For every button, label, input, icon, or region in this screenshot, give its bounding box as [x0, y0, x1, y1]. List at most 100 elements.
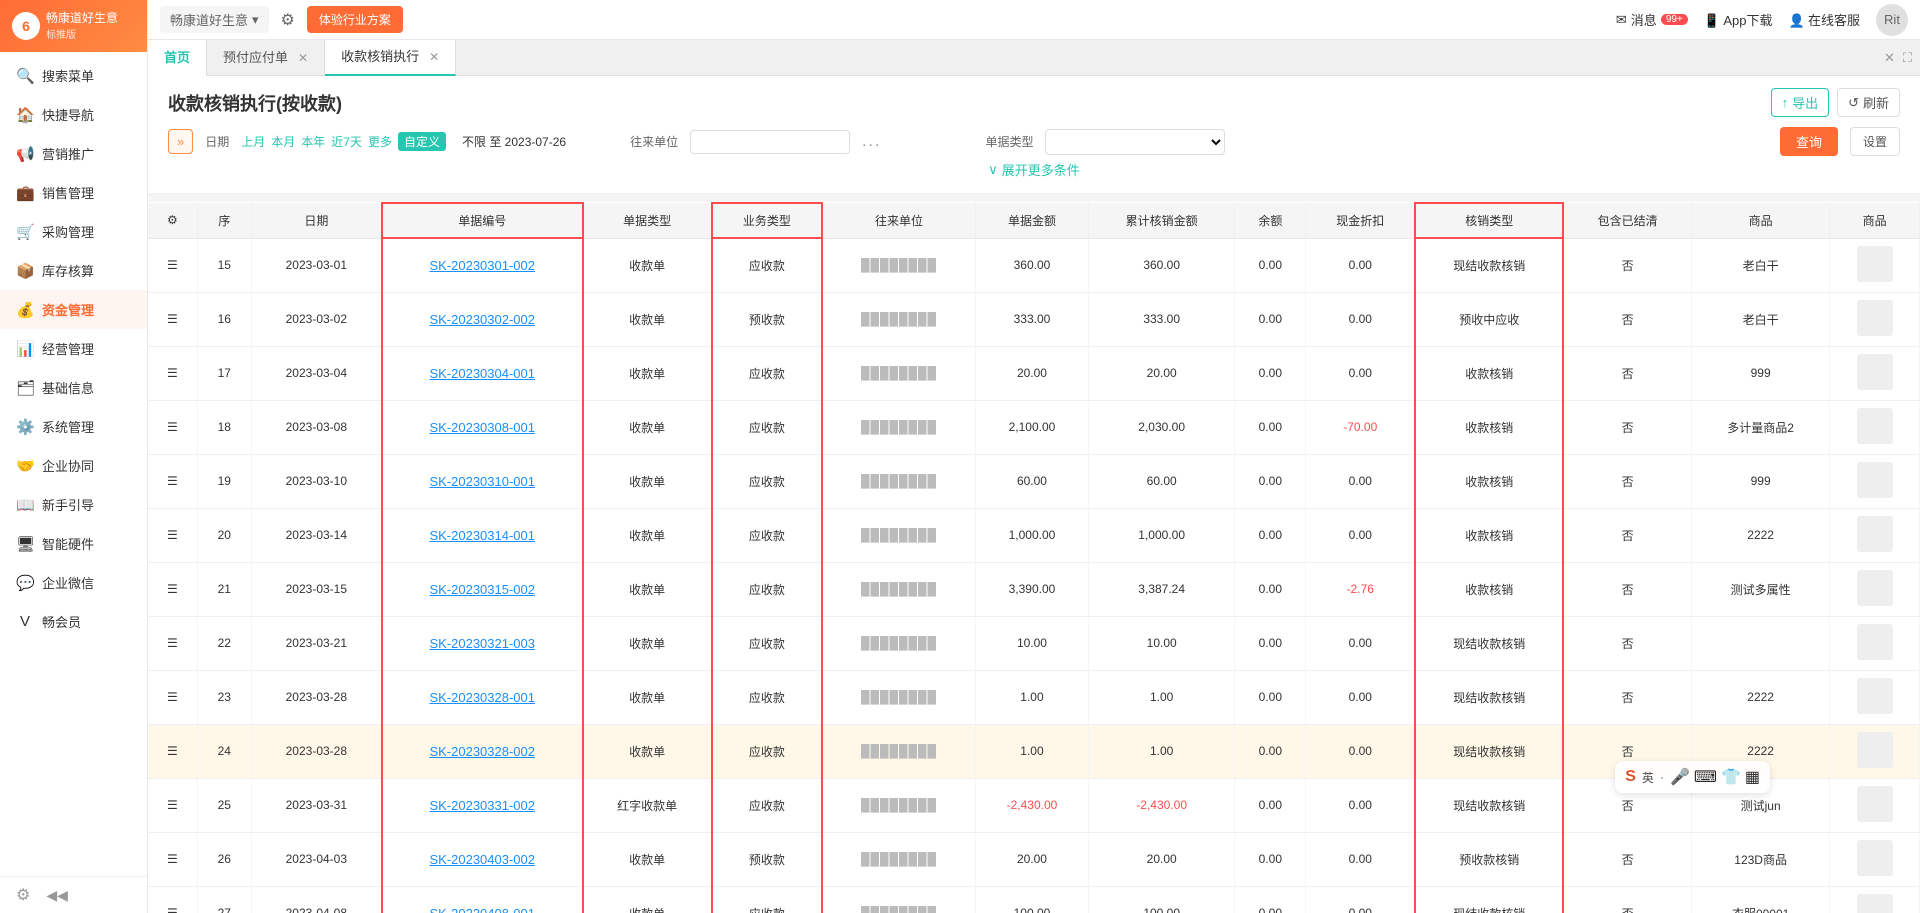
setting-button[interactable]: 设置	[1850, 127, 1900, 156]
table-row[interactable]: ☰ 22 2023-03-21 SK-20230321-003 收款单 应收款 …	[148, 616, 1920, 670]
window-close-icon[interactable]: ✕	[1884, 50, 1895, 66]
td-settings[interactable]: ☰	[148, 292, 197, 346]
table-row[interactable]: ☰ 17 2023-03-04 SK-20230304-001 收款单 应收款 …	[148, 346, 1920, 400]
td-bill-no[interactable]: SK-20230314-001	[382, 508, 583, 562]
date-option-custom[interactable]: 自定义	[398, 132, 446, 151]
table-row[interactable]: ☰ 27 2023-04-08 SK-20230408-001 收款单 应收款 …	[148, 886, 1920, 913]
td-settings[interactable]: ☰	[148, 886, 197, 913]
th-balance[interactable]: 余额	[1235, 203, 1306, 238]
window-expand-icon[interactable]: ⛶	[1903, 50, 1912, 66]
sidebar-item-member[interactable]: V畅会员	[0, 602, 147, 641]
table-row[interactable]: ☰ 15 2023-03-01 SK-20230301-002 收款单 应收款 …	[148, 238, 1920, 292]
tab-collection-close-icon[interactable]: ✕	[429, 39, 439, 75]
sidebar-item-corp[interactable]: 🤝企业协同	[0, 446, 147, 485]
sidebar-item-guide[interactable]: 📖新手引导	[0, 485, 147, 524]
td-bill-no[interactable]: SK-20230408-001	[382, 886, 583, 913]
query-button[interactable]: 查询	[1780, 127, 1838, 156]
sidebar-item-hardware[interactable]: 🖥智能硬件	[0, 524, 147, 563]
th-bill-no[interactable]: 单据编号	[382, 203, 583, 238]
expand-more-conditions[interactable]: ∨ 展开更多条件	[168, 156, 1900, 183]
th-include[interactable]: 包含已结清	[1563, 203, 1691, 238]
th-bill-type[interactable]: 单据类型	[583, 203, 712, 238]
table-row[interactable]: ☰ 23 2023-03-28 SK-20230328-001 收款单 应收款 …	[148, 670, 1920, 724]
export-button[interactable]: ↑ 导出	[1771, 88, 1830, 117]
industry-solution-button[interactable]: 体验行业方案	[307, 6, 403, 33]
settings-gear-icon[interactable]: ⚙	[281, 10, 295, 30]
message-button[interactable]: ✉ 消息 99+	[1616, 10, 1688, 29]
sidebar-item-purchase[interactable]: 🛒采购管理	[0, 212, 147, 251]
sidebar-item-label-inventory: 库存核算	[42, 261, 94, 280]
sidebar-item-base[interactable]: 🗂基础信息	[0, 368, 147, 407]
sidebar-item-sales[interactable]: 💼销售管理	[0, 173, 147, 212]
date-option-thisyear[interactable]: 本年	[301, 133, 325, 150]
tab-collection[interactable]: 收款核销执行 ✕	[325, 40, 456, 76]
settings-icon[interactable]: ⚙	[16, 885, 30, 905]
td-bill-no[interactable]: SK-20230403-002	[382, 832, 583, 886]
th-partner[interactable]: 往来单位	[822, 203, 976, 238]
td-bill-no[interactable]: SK-20230315-002	[382, 562, 583, 616]
td-settings[interactable]: ☰	[148, 562, 197, 616]
td-settings[interactable]: ☰	[148, 670, 197, 724]
sidebar-item-finance[interactable]: 💰资金管理	[0, 290, 147, 329]
td-bill-no[interactable]: SK-20230301-002	[382, 238, 583, 292]
table-row[interactable]: ☰ 25 2023-03-31 SK-20230331-002 红字收款单 应收…	[148, 778, 1920, 832]
td-bill-no[interactable]: SK-20230331-002	[382, 778, 583, 832]
td-bill-no[interactable]: SK-20230308-001	[382, 400, 583, 454]
td-bill-no[interactable]: SK-20230328-002	[382, 724, 583, 778]
table-row[interactable]: ☰ 16 2023-03-02 SK-20230302-002 收款单 预收款 …	[148, 292, 1920, 346]
td-settings[interactable]: ☰	[148, 454, 197, 508]
date-option-thismonth[interactable]: 本月	[271, 133, 295, 150]
tab-prepay[interactable]: 预付应付单 ✕	[207, 40, 325, 76]
td-settings[interactable]: ☰	[148, 616, 197, 670]
th-settings[interactable]: ⚙	[148, 203, 197, 238]
th-date[interactable]: 日期	[251, 203, 382, 238]
app-download-button[interactable]: 📱 App下载	[1704, 10, 1773, 29]
th-goods[interactable]: 商品	[1692, 203, 1830, 238]
sidebar-item-wechat[interactable]: 💬企业微信	[0, 563, 147, 602]
date-option-lastmonth[interactable]: 上月	[241, 133, 265, 150]
sidebar-item-system[interactable]: ⚙️系统管理	[0, 407, 147, 446]
td-bill-no[interactable]: SK-20230302-002	[382, 292, 583, 346]
sidebar-item-quicknav[interactable]: 🏠快捷导航	[0, 95, 147, 134]
th-amount[interactable]: 单据金额	[976, 203, 1089, 238]
tab-prepay-close-icon[interactable]: ✕	[298, 40, 308, 76]
td-bill-no[interactable]: SK-20230310-001	[382, 454, 583, 508]
date-option-7days[interactable]: 近7天	[331, 133, 362, 150]
table-row[interactable]: ☰ 20 2023-03-14 SK-20230314-001 收款单 应收款 …	[148, 508, 1920, 562]
td-bill-no[interactable]: SK-20230328-001	[382, 670, 583, 724]
partner-filter-input[interactable]	[690, 130, 850, 154]
table-row[interactable]: ☰ 19 2023-03-10 SK-20230310-001 收款单 应收款 …	[148, 454, 1920, 508]
th-cancel-type[interactable]: 核销类型	[1415, 203, 1563, 238]
tab-home[interactable]: 首页	[148, 40, 207, 76]
td-settings[interactable]: ☰	[148, 778, 197, 832]
table-row[interactable]: ☰ 26 2023-04-03 SK-20230403-002 收款单 预收款 …	[148, 832, 1920, 886]
td-settings[interactable]: ☰	[148, 400, 197, 454]
table-row[interactable]: ☰ 18 2023-03-08 SK-20230308-001 收款单 应收款 …	[148, 400, 1920, 454]
sidebar-item-search[interactable]: 🔍搜索菜单	[0, 56, 147, 95]
td-settings[interactable]: ☰	[148, 832, 197, 886]
table-row[interactable]: ☰ 21 2023-03-15 SK-20230315-002 收款单 应收款 …	[148, 562, 1920, 616]
td-settings[interactable]: ☰	[148, 724, 197, 778]
filter-expand-button[interactable]: »	[168, 129, 193, 154]
table-row[interactable]: ☰ 24 2023-03-28 SK-20230328-002 收款单 应收款 …	[148, 724, 1920, 778]
td-settings[interactable]: ☰	[148, 346, 197, 400]
sidebar-item-inventory[interactable]: 📦库存核算	[0, 251, 147, 290]
user-avatar[interactable]: Rit	[1876, 4, 1908, 36]
td-settings[interactable]: ☰	[148, 238, 197, 292]
th-cumulative[interactable]: 累计核销金额	[1088, 203, 1234, 238]
refresh-button[interactable]: ↺ 刷新	[1837, 88, 1900, 117]
sidebar-item-marketing[interactable]: 📢营销推广	[0, 134, 147, 173]
th-biz-type[interactable]: 业务类型	[712, 203, 822, 238]
td-bill-no[interactable]: SK-20230304-001	[382, 346, 583, 400]
online-service-button[interactable]: 👤 在线客服	[1788, 10, 1860, 29]
td-bill-no[interactable]: SK-20230321-003	[382, 616, 583, 670]
collapse-icon[interactable]: ◀◀	[46, 887, 68, 904]
sidebar-item-business[interactable]: 📊经营管理	[0, 329, 147, 368]
th-goods2[interactable]: 商品	[1830, 203, 1920, 238]
td-settings[interactable]: ☰	[148, 508, 197, 562]
company-selector[interactable]: 畅康道好生意 ▾	[160, 6, 269, 33]
bill-type-select[interactable]	[1045, 129, 1225, 155]
date-option-more[interactable]: 更多	[368, 133, 392, 150]
th-discount[interactable]: 现金折扣	[1306, 203, 1415, 238]
partner-dots-icon[interactable]: ...	[862, 133, 881, 151]
